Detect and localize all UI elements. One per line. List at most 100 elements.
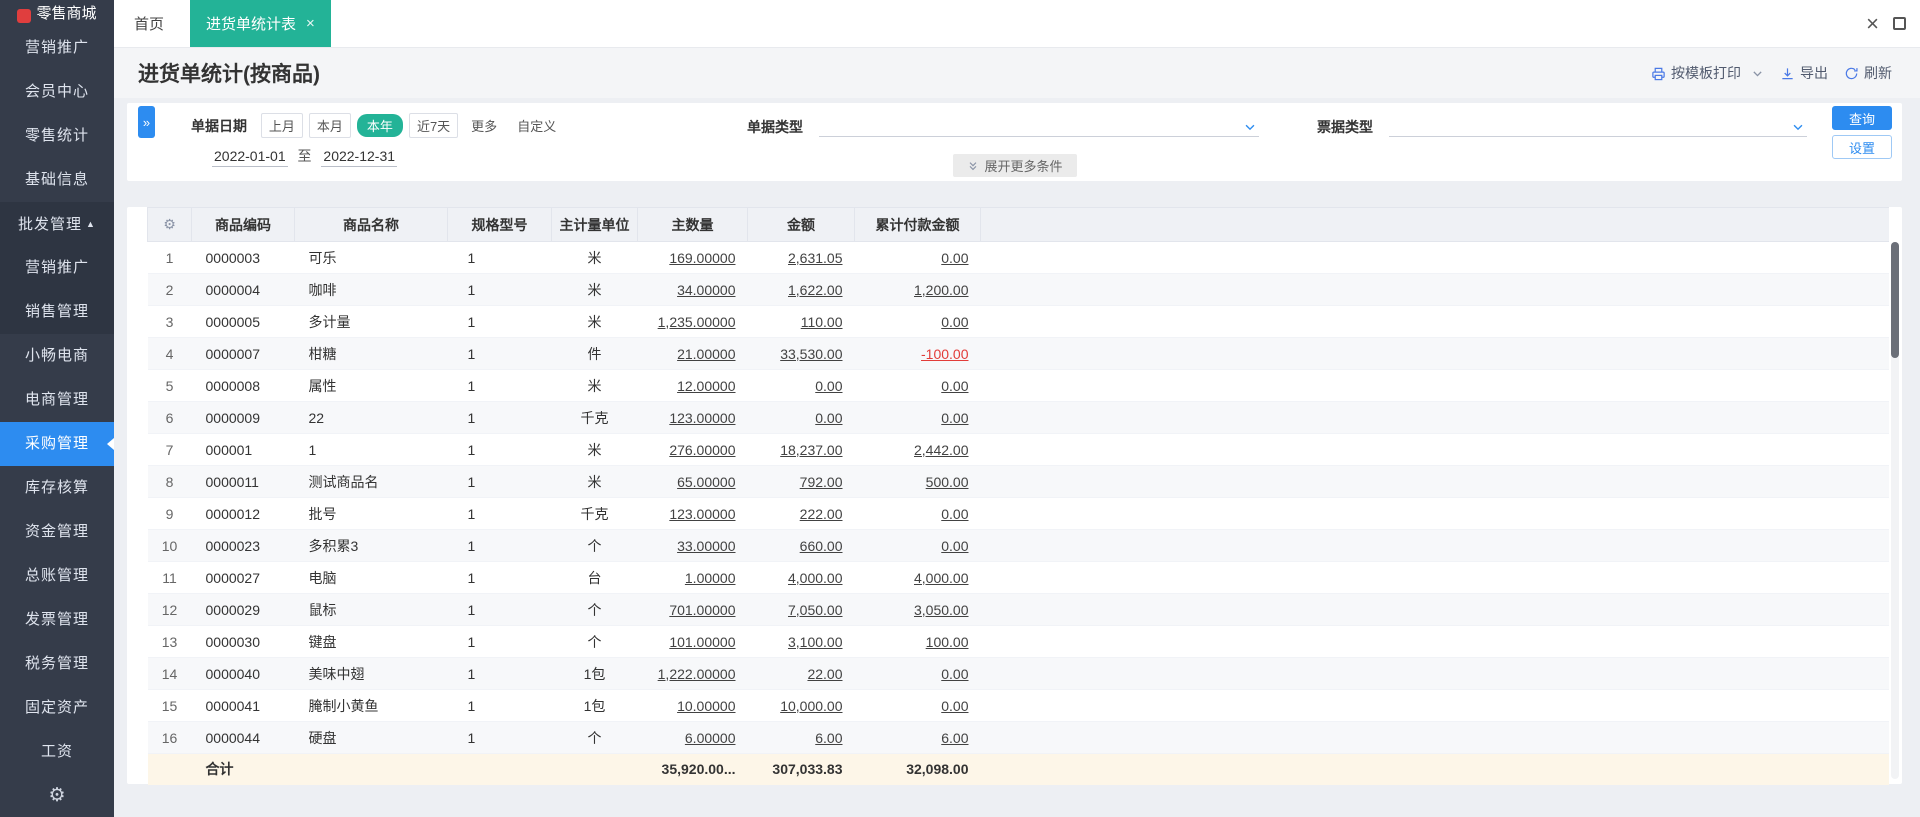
quick-range-button[interactable]: 自定义 [510,114,563,137]
sidebar-item[interactable]: 发票管理 [0,598,114,642]
main-qty-cell-link[interactable]: 6.00000 [685,730,736,746]
spec-model-cell: 1 [447,625,552,658]
quick-range-button[interactable]: 本年 [356,114,403,137]
sidebar-item[interactable]: 会员中心 [0,70,114,114]
sidebar-item[interactable]: 小畅电商 [0,334,114,378]
tab-home[interactable]: 首页 [114,0,184,47]
amount-cell-link[interactable]: 7,050.00 [788,602,843,618]
paid-amount-cell-link[interactable]: 500.00 [926,474,969,490]
paid-amount-cell-link[interactable]: 0.00 [941,506,968,522]
sidebar-item[interactable]: 库存核算 [0,466,114,510]
main-qty-cell-link[interactable]: 33.00000 [677,538,735,554]
amount-cell-link[interactable]: 4,000.00 [788,570,843,586]
main-qty-cell-link[interactable]: 21.00000 [677,346,735,362]
main-qty-cell-link[interactable]: 34.00000 [677,282,735,298]
main-qty-cell-link[interactable]: 123.00000 [669,410,735,426]
sidebar-item[interactable]: 销售管理 [0,290,114,334]
fullscreen-icon[interactable] [1893,17,1906,30]
sidebar-item[interactable]: 批发管理 ▲ [0,202,114,246]
sidebar-item[interactable]: 总账管理 [0,554,114,598]
sidebar-settings-button[interactable]: ⚙ [0,774,114,817]
amount-cell-link[interactable]: 660.00 [800,538,843,554]
main-qty-cell-link[interactable]: 1,222.00000 [658,666,736,682]
amount-cell-link[interactable]: 3,100.00 [788,634,843,650]
amount-cell-link[interactable]: 33,530.00 [780,346,842,362]
quick-range-button[interactable]: 本月 [308,113,351,138]
main-qty-cell-link[interactable]: 101.00000 [669,634,735,650]
paid-amount-cell-link[interactable]: 0.00 [941,538,968,554]
main-qty-cell-link[interactable]: 1,235.00000 [658,314,736,330]
date-end-input[interactable]: 2022-12-31 [321,148,398,167]
amount-cell-link[interactable]: 110.00 [801,314,843,330]
sidebar-item[interactable]: 采购管理 [0,422,114,466]
product-name-cell: 测试商品名 [294,465,448,498]
tab-close-icon[interactable]: × [306,16,315,31]
sidebar-item-retail-mall[interactable]: 零售商城 [0,0,114,26]
paid-amount-cell-link[interactable]: 3,050.00 [914,602,969,618]
paid-amount-cell-link[interactable]: 4,000.00 [914,570,969,586]
main-qty-cell-link[interactable]: 12.00000 [677,378,735,394]
main-qty-cell-link[interactable]: 123.00000 [669,506,735,522]
print-by-template-button[interactable]: 按模板打印 [1651,63,1741,83]
sidebar-item[interactable]: 固定资产 [0,686,114,730]
main-qty-cell-link[interactable]: 65.00000 [677,474,735,490]
quick-range-button[interactable]: 更多 [464,114,504,137]
paid-amount-cell-link[interactable]: 100.00 [926,634,969,650]
paid-amount-cell-link[interactable]: 0.00 [941,314,968,330]
paid-amount-cell-link[interactable]: 2,442.00 [914,442,969,458]
gear-icon: ⚙ [48,785,66,806]
amount-cell-link[interactable]: 1,622.00 [788,282,843,298]
main-qty-cell-link[interactable]: 169.00000 [669,250,735,266]
sidebar-item[interactable]: 营销推广 [0,26,114,70]
collapse-filter-button[interactable]: » [138,106,155,138]
refresh-button[interactable]: 刷新 [1844,63,1892,83]
main-qty-cell: 276.00000 [637,433,748,466]
main-qty-cell-link[interactable]: 1.00000 [685,570,736,586]
paid-amount-cell-link[interactable]: 0.00 [941,698,968,714]
main-qty-cell-link[interactable]: 276.00000 [669,442,735,458]
sidebar-item[interactable]: 工资 [0,730,114,774]
query-button[interactable]: 查询 [1832,106,1892,130]
sidebar-item[interactable]: 资金管理 [0,510,114,554]
amount-cell-link[interactable]: 18,237.00 [780,442,842,458]
settings-button[interactable]: 设置 [1832,135,1892,159]
bill-type-select[interactable] [1388,113,1807,137]
paid-amount-cell-link[interactable]: 0.00 [941,666,968,682]
table-scrollbar[interactable] [1891,242,1899,779]
export-button[interactable]: 导出 [1780,63,1828,83]
paid-amount-cell-link[interactable]: 0.00 [941,378,968,394]
amount-cell-link[interactable]: 10,000.00 [780,698,842,714]
main-qty-cell-link[interactable]: 10.00000 [677,698,735,714]
tab-current[interactable]: 进货单统计表 × [190,0,331,47]
paid-amount-cell-link[interactable]: 0.00 [941,410,968,426]
amount-cell-link[interactable]: 6.00 [815,730,842,746]
date-start-input[interactable]: 2022-01-01 [212,148,288,167]
sidebar-item[interactable]: 电商管理 [0,378,114,422]
product-code-cell: 0000044 [191,721,295,754]
paid-amount-cell-link[interactable]: -100.00 [921,346,968,362]
paid-amount-cell-link[interactable]: 1,200.00 [914,282,969,298]
paid-amount-cell-link[interactable]: 0.00 [941,250,968,266]
quick-range-button[interactable]: 上月 [260,113,303,138]
column-settings-icon[interactable]: ⚙ [163,216,176,232]
paid-amount-cell-link[interactable]: 6.00 [941,730,968,746]
amount-cell-link[interactable]: 22.00 [807,666,842,682]
amount-cell-link[interactable]: 792.00 [800,474,843,490]
sidebar-item[interactable]: 营销推广 [0,246,114,290]
quick-range-button[interactable]: 近7天 [408,113,459,138]
amount-cell-link[interactable]: 0.00 [815,410,842,426]
spec-model-cell: 1 [447,721,552,754]
scrollbar-thumb[interactable] [1891,242,1899,358]
print-dropdown-chevron-icon[interactable] [1751,67,1764,80]
amount-cell-link[interactable]: 0.00 [815,378,842,394]
sidebar-item[interactable]: 税务管理 [0,642,114,686]
sidebar-item[interactable]: 基础信息 [0,158,114,202]
amount-cell-link[interactable]: 2,631.05 [788,250,843,266]
amount-cell-link[interactable]: 222.00 [800,506,843,522]
doc-type-select[interactable] [818,113,1259,137]
sidebar-item[interactable]: 零售统计 [0,114,114,158]
date-range[interactable]: 2022-01-01 至 2022-12-31 [212,146,563,167]
expand-more-button[interactable]: 展开更多条件 [952,154,1077,177]
close-icon[interactable]: × [1866,12,1879,35]
main-qty-cell-link[interactable]: 701.00000 [669,602,735,618]
